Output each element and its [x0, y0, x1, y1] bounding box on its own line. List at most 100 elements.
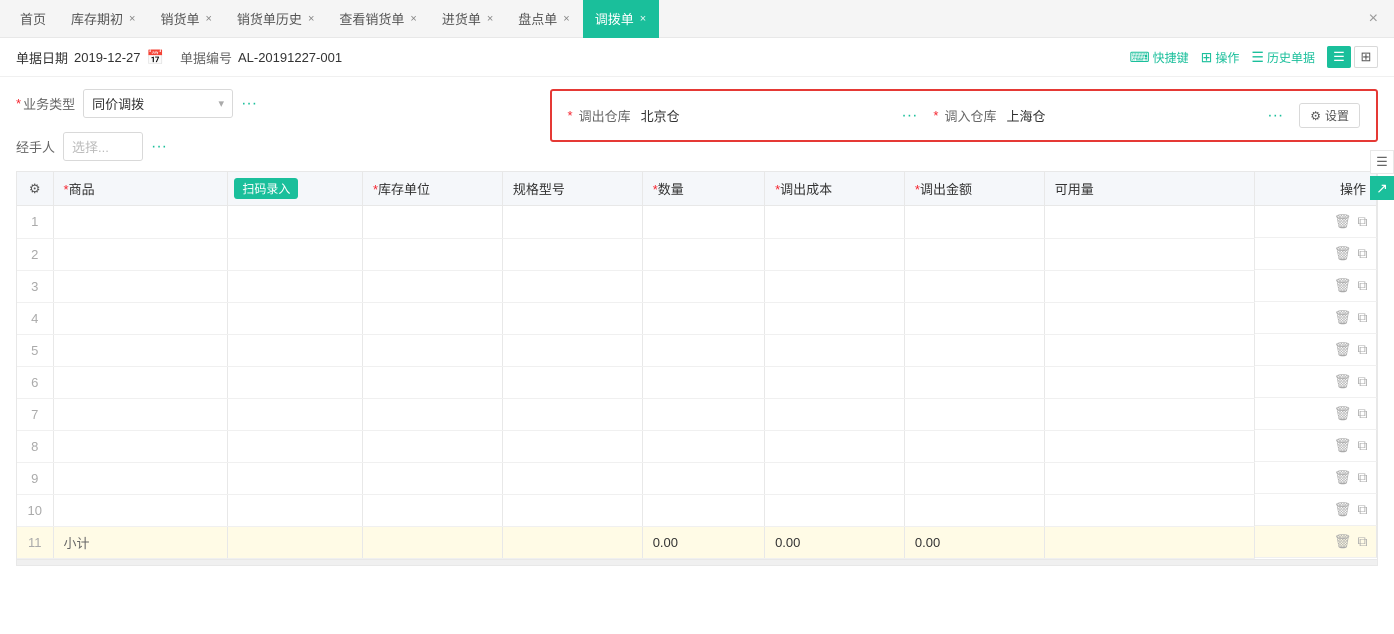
row-qty-5[interactable] — [642, 334, 764, 366]
row-amount-9[interactable] — [904, 462, 1044, 494]
tab-home[interactable]: 首页 — [8, 0, 59, 38]
row-cost-3[interactable] — [765, 270, 905, 302]
row-qty-8[interactable] — [642, 430, 764, 462]
row-unit-2[interactable] — [362, 238, 502, 270]
tab-purchase-order-close[interactable]: × — [487, 13, 493, 25]
in-warehouse-dots[interactable]: ··· — [1267, 107, 1283, 125]
table-scroll[interactable]: ⚙ *商品 扫码录入 *库存单位 规格型号 *数量 — [17, 172, 1377, 559]
handler-dots[interactable]: ··· — [151, 138, 167, 156]
row-spec-1[interactable] — [502, 206, 642, 239]
row-product-4[interactable] — [53, 302, 228, 334]
row-cost-9[interactable] — [765, 462, 905, 494]
sidebar-list-icon[interactable]: ☰ — [1370, 150, 1394, 174]
business-type-dots[interactable]: ··· — [241, 95, 257, 113]
tab-inventory-check-close[interactable]: × — [563, 13, 569, 25]
row-spec-8[interactable] — [502, 430, 642, 462]
shortcut-button[interactable]: ⌨ 快捷键 — [1129, 49, 1188, 66]
row-product-2[interactable] — [53, 238, 228, 270]
tab-inventory-init[interactable]: 库存期初 × — [59, 0, 148, 38]
row-amount-5[interactable] — [904, 334, 1044, 366]
tab-bar-close-button[interactable]: × — [1361, 10, 1386, 28]
summary-delete-icon[interactable]: 🗑 — [1334, 533, 1352, 550]
row-unit-9[interactable] — [362, 462, 502, 494]
row-delete-icon-6[interactable]: 🗑 — [1334, 373, 1352, 390]
business-type-select[interactable]: 同价调拨 ▾ — [83, 89, 233, 118]
tab-sales-order-close[interactable]: × — [205, 13, 211, 25]
summary-copy-icon[interactable]: ⧉ — [1358, 533, 1368, 550]
row-cost-6[interactable] — [765, 366, 905, 398]
tab-transfer-order[interactable]: 调拨单 × — [583, 0, 659, 38]
row-unit-10[interactable] — [362, 494, 502, 526]
tab-sales-history-close[interactable]: × — [308, 13, 314, 25]
row-cost-4[interactable] — [765, 302, 905, 334]
row-product-1[interactable] — [53, 206, 228, 239]
row-amount-8[interactable] — [904, 430, 1044, 462]
scroll-indicator[interactable] — [16, 560, 1378, 566]
row-product-10[interactable] — [53, 494, 228, 526]
tab-transfer-order-close[interactable]: × — [640, 13, 646, 25]
row-delete-icon-4[interactable]: 🗑 — [1334, 309, 1352, 326]
row-copy-icon-4[interactable]: ⧉ — [1358, 309, 1368, 326]
list-view-button[interactable]: ☰ — [1327, 46, 1351, 68]
calendar-icon[interactable]: 📅 — [147, 49, 164, 66]
row-copy-icon-3[interactable]: ⧉ — [1358, 277, 1368, 294]
row-product-7[interactable] — [53, 398, 228, 430]
row-spec-3[interactable] — [502, 270, 642, 302]
row-delete-icon-3[interactable]: 🗑 — [1334, 277, 1352, 294]
row-qty-2[interactable] — [642, 238, 764, 270]
handler-select[interactable]: 选择... — [63, 132, 143, 161]
row-unit-5[interactable] — [362, 334, 502, 366]
sidebar-export-icon[interactable]: ↗ — [1370, 176, 1394, 200]
row-cost-10[interactable] — [765, 494, 905, 526]
history-button[interactable]: ☰ 历史单据 — [1251, 49, 1315, 66]
row-unit-6[interactable] — [362, 366, 502, 398]
row-qty-7[interactable] — [642, 398, 764, 430]
tab-purchase-order[interactable]: 进货单 × — [430, 0, 506, 38]
row-amount-3[interactable] — [904, 270, 1044, 302]
row-copy-icon-8[interactable]: ⧉ — [1358, 437, 1368, 454]
row-qty-3[interactable] — [642, 270, 764, 302]
row-spec-5[interactable] — [502, 334, 642, 366]
row-unit-8[interactable] — [362, 430, 502, 462]
row-spec-10[interactable] — [502, 494, 642, 526]
tab-sales-order[interactable]: 销货单 × — [148, 0, 224, 38]
row-copy-icon-1[interactable]: ⧉ — [1358, 213, 1368, 230]
tab-sales-history[interactable]: 销货单历史 × — [225, 0, 327, 38]
row-cost-8[interactable] — [765, 430, 905, 462]
row-delete-icon-1[interactable]: 🗑 — [1334, 213, 1352, 230]
tab-view-sales[interactable]: 查看销货单 × — [327, 0, 429, 38]
row-delete-icon-10[interactable]: 🗑 — [1334, 501, 1352, 518]
table-gear-icon[interactable]: ⚙ — [29, 181, 41, 196]
row-amount-7[interactable] — [904, 398, 1044, 430]
row-delete-icon-8[interactable]: 🗑 — [1334, 437, 1352, 454]
scan-button[interactable]: 扫码录入 — [234, 178, 298, 199]
row-qty-9[interactable] — [642, 462, 764, 494]
row-unit-1[interactable] — [362, 206, 502, 239]
row-product-9[interactable] — [53, 462, 228, 494]
settings-button[interactable]: ⚙ 设置 — [1299, 103, 1360, 128]
tab-inventory-check[interactable]: 盘点单 × — [506, 0, 582, 38]
row-product-5[interactable] — [53, 334, 228, 366]
tab-view-sales-close[interactable]: × — [410, 13, 416, 25]
row-product-8[interactable] — [53, 430, 228, 462]
row-copy-icon-6[interactable]: ⧉ — [1358, 373, 1368, 390]
row-copy-icon-5[interactable]: ⧉ — [1358, 341, 1368, 358]
row-unit-3[interactable] — [362, 270, 502, 302]
row-delete-icon-9[interactable]: 🗑 — [1334, 469, 1352, 486]
row-spec-9[interactable] — [502, 462, 642, 494]
row-amount-2[interactable] — [904, 238, 1044, 270]
operation-button[interactable]: ⊞ 操作 — [1201, 49, 1240, 66]
row-qty-1[interactable] — [642, 206, 764, 239]
row-qty-6[interactable] — [642, 366, 764, 398]
row-amount-4[interactable] — [904, 302, 1044, 334]
row-amount-1[interactable] — [904, 206, 1044, 239]
out-warehouse-dots[interactable]: ··· — [901, 107, 917, 125]
row-copy-icon-7[interactable]: ⧉ — [1358, 405, 1368, 422]
row-spec-6[interactable] — [502, 366, 642, 398]
row-cost-7[interactable] — [765, 398, 905, 430]
row-qty-10[interactable] — [642, 494, 764, 526]
row-product-6[interactable] — [53, 366, 228, 398]
grid-view-button[interactable]: ⊞ — [1354, 46, 1378, 68]
row-cost-1[interactable] — [765, 206, 905, 239]
row-spec-2[interactable] — [502, 238, 642, 270]
